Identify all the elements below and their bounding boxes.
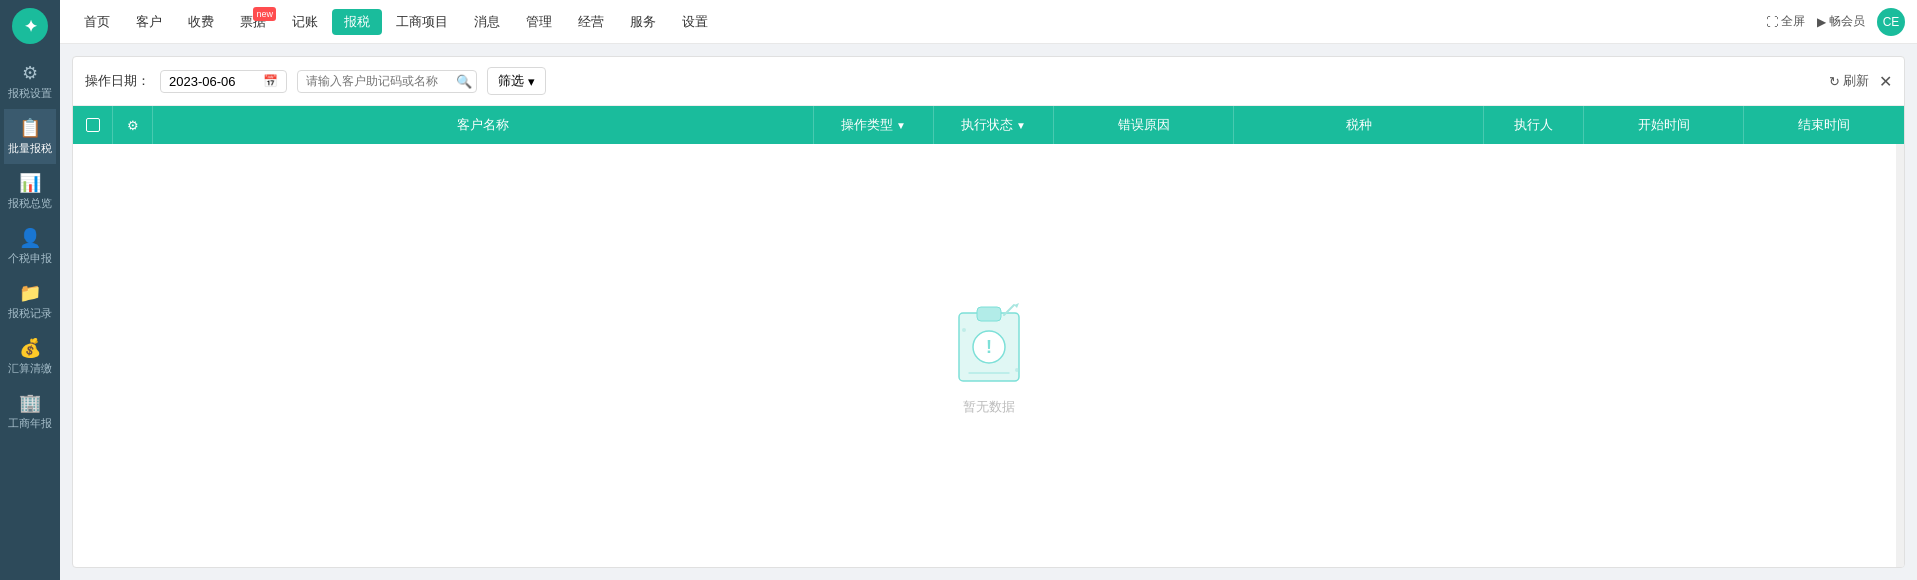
th-executor: 执行人: [1484, 106, 1584, 144]
th-customer-name: 客户名称: [153, 106, 814, 144]
topnav-item-home[interactable]: 首页: [72, 9, 122, 35]
member-button[interactable]: ▶ 畅会员: [1817, 13, 1865, 30]
sidebar-item-baoshui-jilu[interactable]: 📁 报税记录: [4, 274, 56, 329]
toolbar: 操作日期： 📅 🔍 筛选 ▾ ↻ 刷新 ✕: [73, 57, 1904, 106]
topnav-item-customer[interactable]: 客户: [124, 9, 174, 35]
calendar-icon: 📅: [263, 74, 278, 88]
svg-point-7: [962, 328, 966, 332]
baoshui-zonlan-icon: 📊: [19, 172, 41, 194]
baoshui-shezhi-label: 报税设置: [8, 86, 52, 101]
topnav-item-baoshui[interactable]: 报税: [332, 9, 382, 35]
app-logo[interactable]: ✦: [12, 8, 48, 44]
filter-icon-op-type[interactable]: ▼: [896, 120, 906, 131]
table-scrollbar[interactable]: [1896, 144, 1904, 567]
piliang-baoshui-icon: 📋: [19, 117, 41, 139]
date-input-wrapper: 📅: [160, 70, 287, 93]
badge-piao: new: [253, 7, 276, 21]
svg-rect-1: [977, 307, 1001, 321]
svg-marker-5: [1014, 303, 1019, 308]
filter-icon-exec-status[interactable]: ▼: [1016, 120, 1026, 131]
avatar[interactable]: CE: [1877, 8, 1905, 36]
th-error-reason: 错误原因: [1054, 106, 1234, 144]
topnav-item-shezhi[interactable]: 设置: [670, 9, 720, 35]
svg-text:!: !: [986, 337, 992, 357]
topnav-item-shoufei[interactable]: 收费: [176, 9, 226, 35]
video-icon: ▶: [1817, 15, 1826, 29]
sidebar-item-piliang-baoshui[interactable]: 📋 批量报税: [4, 109, 56, 164]
select-all-checkbox[interactable]: [86, 118, 100, 132]
piliang-baoshui-label: 批量报税: [8, 141, 52, 156]
th-end-time: 结束时间: [1744, 106, 1904, 144]
topnav-item-piao[interactable]: 票据new: [228, 9, 278, 35]
baoshui-jilu-label: 报税记录: [8, 306, 52, 321]
topnav: 首页客户收费票据new记账报税工商项目消息管理经营服务设置 ⛶ 全屏 ▶ 畅会员…: [60, 0, 1917, 44]
sidebar-item-geshui-shenbao[interactable]: 👤 个税申报: [4, 219, 56, 274]
table-body: ! 暂无数据: [73, 144, 1904, 567]
sidebar-item-baoshui-zonlan[interactable]: 📊 报税总览: [4, 164, 56, 219]
table-header: ⚙ 客户名称 操作类型 ▼ 执行状态 ▼ 错误原因 税种: [73, 106, 1904, 144]
th-exec-status: 执行状态 ▼: [934, 106, 1054, 144]
topnav-item-ji[interactable]: 记账: [280, 9, 330, 35]
date-label: 操作日期：: [85, 72, 150, 90]
sidebar: ✦ ⚙ 报税设置 📋 批量报税 📊 报税总览 👤 个税申报 📁 报税记录 💰 汇…: [0, 0, 60, 580]
th-tax-type: 税种: [1234, 106, 1484, 144]
baoshui-shezhi-icon: ⚙: [22, 62, 38, 84]
topnav-right: ⛶ 全屏 ▶ 畅会员 CE: [1766, 8, 1905, 36]
search-wrapper: 🔍: [297, 70, 477, 93]
geshui-shenbao-icon: 👤: [19, 227, 41, 249]
topnav-items: 首页客户收费票据new记账报税工商项目消息管理经营服务设置: [72, 9, 1766, 35]
search-input[interactable]: [306, 74, 456, 88]
th-settings[interactable]: ⚙: [113, 106, 153, 144]
settings-icon: ⚙: [127, 118, 139, 133]
huisuan-jiaona-label: 汇算清缴: [8, 361, 52, 376]
gongshang-nianbao-label: 工商年报: [8, 416, 52, 431]
sidebar-item-baoshui-shezhi[interactable]: ⚙ 报税设置: [4, 54, 56, 109]
refresh-button[interactable]: ↻ 刷新: [1829, 72, 1869, 90]
date-input[interactable]: [169, 74, 259, 89]
fullscreen-button[interactable]: ⛶ 全屏: [1766, 13, 1805, 30]
svg-point-8: [1015, 368, 1019, 372]
content: 操作日期： 📅 🔍 筛选 ▾ ↻ 刷新 ✕: [60, 44, 1917, 580]
th-checkbox[interactable]: [73, 106, 113, 144]
sidebar-item-huisuan-jiaona[interactable]: 💰 汇算清缴: [4, 329, 56, 384]
topnav-item-xiaoxi[interactable]: 消息: [462, 9, 512, 35]
topnav-item-jingying[interactable]: 经营: [566, 9, 616, 35]
topnav-item-guanli[interactable]: 管理: [514, 9, 564, 35]
refresh-icon: ↻: [1829, 74, 1840, 89]
empty-state-icon: !: [949, 295, 1029, 390]
chevron-down-icon: ▾: [528, 74, 535, 89]
empty-illustration: ! 暂无数据: [949, 295, 1029, 416]
th-op-type: 操作类型 ▼: [814, 106, 934, 144]
fullscreen-icon: ⛶: [1766, 15, 1778, 29]
close-button[interactable]: ✕: [1879, 72, 1892, 91]
geshui-shenbao-label: 个税申报: [8, 251, 52, 266]
main-area: 首页客户收费票据new记账报税工商项目消息管理经营服务设置 ⛶ 全屏 ▶ 畅会员…: [60, 0, 1917, 580]
sidebar-item-gongshang-nianbao[interactable]: 🏢 工商年报: [4, 384, 56, 439]
huisuan-jiaona-icon: 💰: [19, 337, 41, 359]
baoshui-zonlan-label: 报税总览: [8, 196, 52, 211]
gongshang-nianbao-icon: 🏢: [19, 392, 41, 414]
topnav-item-gongshang[interactable]: 工商项目: [384, 9, 460, 35]
baoshui-jilu-icon: 📁: [19, 282, 41, 304]
topnav-item-fuwu[interactable]: 服务: [618, 9, 668, 35]
table-container: 操作日期： 📅 🔍 筛选 ▾ ↻ 刷新 ✕: [72, 56, 1905, 568]
th-start-time: 开始时间: [1584, 106, 1744, 144]
filter-button[interactable]: 筛选 ▾: [487, 67, 546, 95]
search-icon: 🔍: [456, 74, 472, 89]
empty-text: 暂无数据: [963, 398, 1015, 416]
